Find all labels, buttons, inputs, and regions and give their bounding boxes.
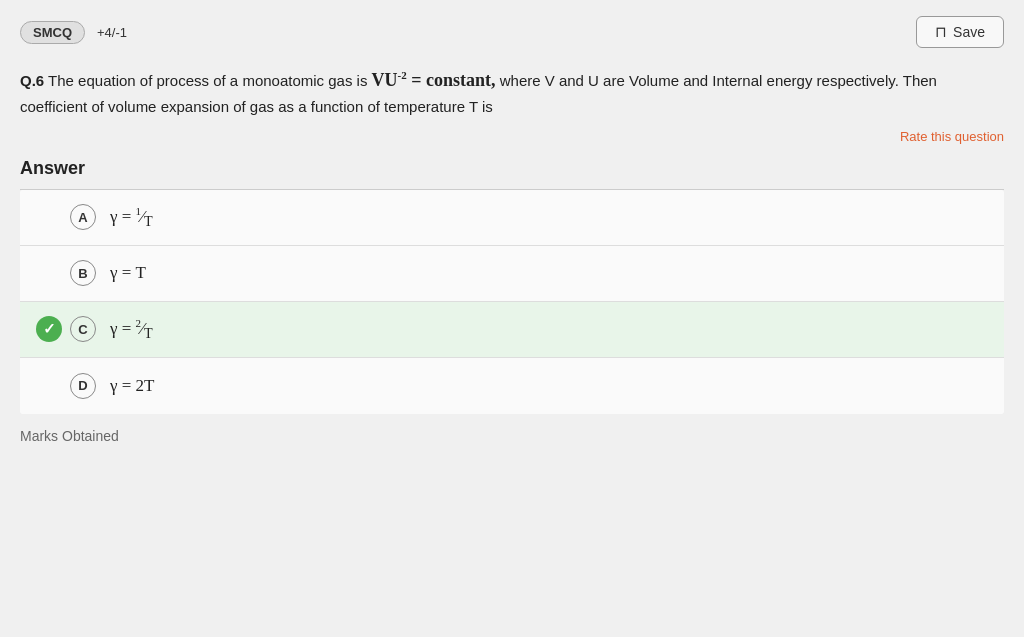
save-button[interactable]: ⊓ Save xyxy=(916,16,1004,48)
option-d[interactable]: D γ = 2T xyxy=(20,358,1004,414)
question-formula: VU-2 = constant, xyxy=(372,70,496,90)
question-text: Q.6 The equation of process of a monoato… xyxy=(20,66,1004,119)
option-a-text: γ = 1⁄T xyxy=(110,205,153,230)
option-a-circle: A xyxy=(70,204,96,230)
option-a[interactable]: A γ = 1⁄T xyxy=(20,190,1004,246)
rate-question-link[interactable]: Rate this question xyxy=(20,129,1004,144)
correct-checkmark-icon xyxy=(36,316,62,342)
page-container: SMCQ +4/-1 ⊓ Save Q.6 The equation of pr… xyxy=(0,0,1024,637)
top-bar: SMCQ +4/-1 ⊓ Save xyxy=(20,16,1004,48)
option-c-circle: C xyxy=(70,316,96,342)
marking-scheme: +4/-1 xyxy=(97,25,127,40)
option-c-text: γ = 2⁄T xyxy=(110,317,153,342)
option-b-text: γ = T xyxy=(110,263,146,283)
answer-label: Answer xyxy=(20,158,1004,179)
bookmark-icon: ⊓ xyxy=(935,23,947,41)
option-d-text: γ = 2T xyxy=(110,376,154,396)
question-text-before: The equation of process of a monoatomic … xyxy=(48,72,372,89)
rate-question-label: Rate this question xyxy=(900,129,1004,144)
option-b[interactable]: B γ = T xyxy=(20,246,1004,302)
option-b-circle: B xyxy=(70,260,96,286)
question-number: Q.6 xyxy=(20,72,44,89)
top-left: SMCQ +4/-1 xyxy=(20,21,127,44)
smcq-badge: SMCQ xyxy=(20,21,85,44)
option-c[interactable]: C γ = 2⁄T xyxy=(20,302,1004,358)
save-label: Save xyxy=(953,24,985,40)
marks-obtained: Marks Obtained xyxy=(20,428,1004,444)
option-d-circle: D xyxy=(70,373,96,399)
options-container: A γ = 1⁄T B γ = T C γ = 2⁄T D γ = 2T xyxy=(20,190,1004,414)
